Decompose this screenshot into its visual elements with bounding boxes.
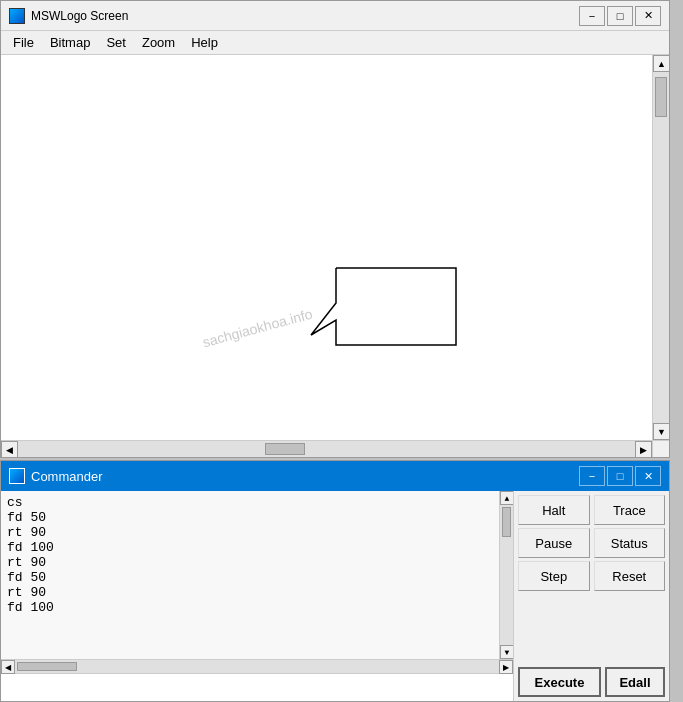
main-window: MSWLogo Screen − □ ✕ File Bitmap Set Zoo… [0,0,670,458]
code-scrollbar-v[interactable]: ▲ ▼ [499,491,513,659]
scroll-up-button[interactable]: ▲ [653,55,669,72]
btn-row-2: Pause Status [518,528,665,558]
execute-button[interactable]: Execute [518,667,601,697]
menu-bitmap[interactable]: Bitmap [42,33,98,52]
step-button[interactable]: Step [518,561,590,591]
code-line-4: fd 100 [7,540,507,555]
main-maximize-button[interactable]: □ [607,6,633,26]
commander-icon [9,468,25,484]
commander-title-buttons: − □ ✕ [579,466,661,486]
code-line-2: fd 50 [7,510,507,525]
canvas-area: sachgiaokhoa.info ▲ ▼ ◀ ▶ [1,55,669,457]
code-line-7: rt 90 [7,585,507,600]
code-scroll-down[interactable]: ▼ [500,645,513,659]
commander-minimize-button[interactable]: − [579,466,605,486]
code-scroll-thumb-v[interactable] [502,507,511,537]
code-line-5: rt 90 [7,555,507,570]
scroll-track-h[interactable] [18,441,635,457]
menu-set[interactable]: Set [98,33,134,52]
main-minimize-button[interactable]: − [579,6,605,26]
commander-maximize-button[interactable]: □ [607,466,633,486]
edall-button[interactable]: Edall [605,667,665,697]
main-scrollbar-vertical[interactable]: ▲ ▼ [652,55,669,440]
main-close-button[interactable]: ✕ [635,6,661,26]
scroll-corner [652,440,669,457]
scroll-left-button[interactable]: ◀ [1,441,18,457]
code-area: cs fd 50 rt 90 fd 100 rt 90 fd 50 rt 90 … [1,491,514,701]
main-window-title: MSWLogo Screen [31,9,579,23]
pause-button[interactable]: Pause [518,528,590,558]
code-line-3: rt 90 [7,525,507,540]
scroll-right-button[interactable]: ▶ [635,441,652,457]
btn-row-3: Step Reset [518,561,665,591]
code-line-8: fd 100 [7,600,507,615]
commander-close-button[interactable]: ✕ [635,466,661,486]
main-window-icon [9,8,25,24]
menu-zoom[interactable]: Zoom [134,33,183,52]
scroll-track-v[interactable] [653,72,669,423]
main-title-bar: MSWLogo Screen − □ ✕ [1,1,669,31]
trace-button[interactable]: Trace [594,495,666,525]
commander-window: Commander − □ ✕ cs fd 50 rt 90 fd 100 rt… [0,460,670,702]
code-scrollbar-h[interactable]: ◀ ▶ [1,659,513,673]
code-line-6: fd 50 [7,570,507,585]
code-scroll-track-v[interactable] [500,505,513,645]
scroll-thumb-h[interactable] [265,443,305,455]
commander-title-bar: Commander − □ ✕ [1,461,669,491]
code-scroll-left[interactable]: ◀ [1,660,15,674]
code-scroll-thumb-h[interactable] [17,662,77,671]
scroll-thumb-v[interactable] [655,77,667,117]
halt-button[interactable]: Halt [518,495,590,525]
code-scroll-up[interactable]: ▲ [500,491,513,505]
menu-help[interactable]: Help [183,33,226,52]
code-scroll-track-h[interactable] [15,660,499,673]
menu-bar: File Bitmap Set Zoom Help [1,31,669,55]
main-title-buttons: − □ ✕ [579,6,661,26]
right-panel: Halt Trace Pause Status Step Reset Execu… [514,491,669,701]
code-line-1: cs [7,495,507,510]
code-output: cs fd 50 rt 90 fd 100 rt 90 fd 50 rt 90 … [1,491,513,659]
status-button[interactable]: Status [594,528,666,558]
reset-button[interactable]: Reset [594,561,666,591]
bottom-btn-row: Execute Edall [518,663,665,697]
command-input[interactable] [1,674,513,701]
btn-row-1: Halt Trace [518,495,665,525]
commander-title-text: Commander [31,469,579,484]
menu-file[interactable]: File [5,33,42,52]
canvas-drawing [1,55,669,457]
commander-body: cs fd 50 rt 90 fd 100 rt 90 fd 50 rt 90 … [1,491,669,701]
command-input-row [1,673,513,701]
main-scrollbar-horizontal[interactable]: ◀ ▶ [1,440,652,457]
code-scroll-right[interactable]: ▶ [499,660,513,674]
scroll-down-button[interactable]: ▼ [653,423,669,440]
